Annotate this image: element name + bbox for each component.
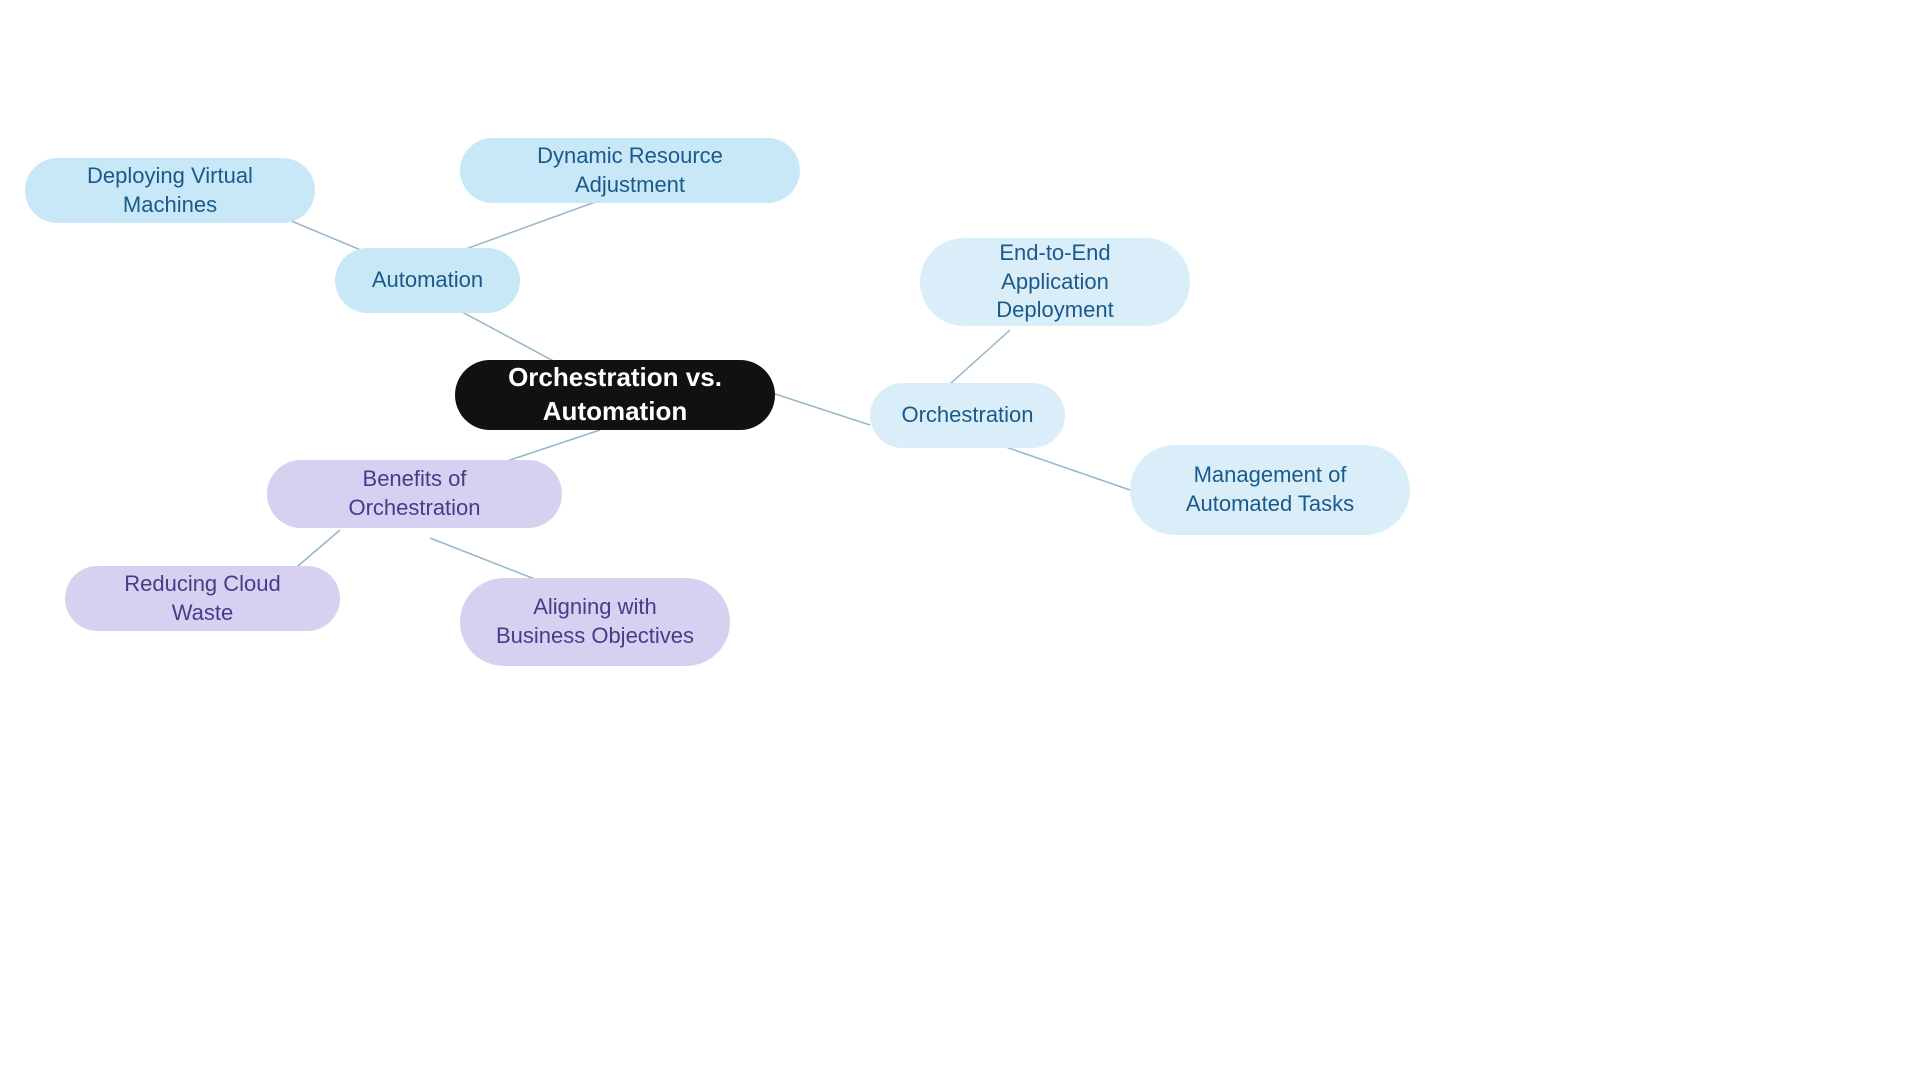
end-to-end-node: End-to-End Application Deployment	[920, 238, 1190, 326]
aligning-node: Aligning with Business Objectives	[460, 578, 730, 666]
deploying-vms-node: Deploying Virtual Machines	[25, 158, 315, 223]
reducing-cloud-node: Reducing Cloud Waste	[65, 566, 340, 631]
management-node: Management of Automated Tasks	[1130, 445, 1410, 535]
orchestration-node: Orchestration	[870, 383, 1065, 448]
automation-node: Automation	[335, 248, 520, 313]
center-node: Orchestration vs. Automation	[455, 360, 775, 430]
benefits-node: Benefits of Orchestration	[267, 460, 562, 528]
dynamic-resource-node: Dynamic Resource Adjustment	[460, 138, 800, 203]
